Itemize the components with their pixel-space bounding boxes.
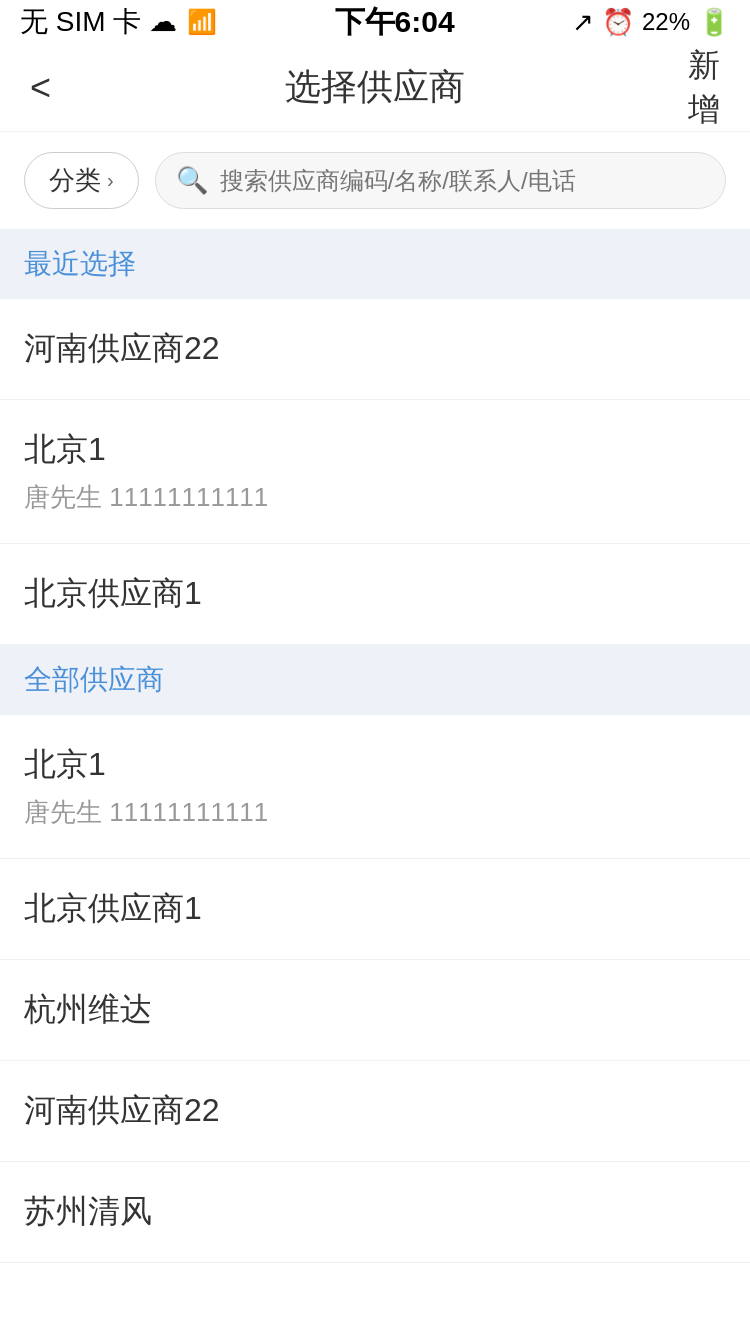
back-icon: <: [30, 67, 51, 108]
item-name: 北京供应商1: [24, 572, 726, 616]
status-bar: 无 SIM 卡 ☁ 📶 下午6:04 ↗ ⏰ 22% 🔋: [0, 0, 750, 44]
wifi-icon: 📶: [187, 8, 217, 36]
search-box[interactable]: 🔍: [155, 152, 726, 209]
sim-status: 无 SIM 卡 ☁: [20, 3, 177, 41]
battery: 22%: [642, 8, 690, 36]
item-name: 杭州维达: [24, 988, 726, 1032]
status-left: 无 SIM 卡 ☁ 📶: [20, 3, 217, 41]
nav-bar: < 选择供应商 新增: [0, 44, 750, 132]
category-label: 分类: [49, 163, 101, 198]
list-item[interactable]: 北京供应商1: [0, 859, 750, 960]
status-right: ↗ ⏰ 22% 🔋: [572, 7, 730, 38]
all-list: 北京1 唐先生 11111111111 北京供应商1 杭州维达 河南供应商22 …: [0, 715, 750, 1263]
category-button[interactable]: 分类 ›: [24, 152, 139, 209]
item-name: 北京1: [24, 428, 726, 472]
list-item[interactable]: 北京1 唐先生 11111111111: [0, 400, 750, 544]
item-name: 河南供应商22: [24, 327, 726, 371]
page-title: 选择供应商: [90, 63, 660, 112]
list-item[interactable]: 杭州维达: [0, 960, 750, 1061]
all-section-header: 全部供应商: [0, 645, 750, 715]
item-sub: 唐先生 11111111111: [24, 480, 726, 515]
item-name: 北京1: [24, 743, 726, 787]
battery-icon: 🔋: [698, 7, 730, 38]
back-button[interactable]: <: [30, 67, 90, 109]
alarm-icon: ⏰: [602, 7, 634, 38]
recent-list: 河南供应商22 北京1 唐先生 11111111111 北京供应商1: [0, 299, 750, 645]
time: 下午6:04: [335, 2, 455, 43]
list-item[interactable]: 北京1 唐先生 11111111111: [0, 715, 750, 859]
list-item[interactable]: 河南供应商22: [0, 1061, 750, 1162]
filter-bar: 分类 › 🔍: [0, 132, 750, 229]
location-icon: ↗: [572, 7, 594, 38]
recent-section-header: 最近选择: [0, 229, 750, 299]
item-sub: 唐先生 11111111111: [24, 795, 726, 830]
item-name: 北京供应商1: [24, 887, 726, 931]
item-name: 河南供应商22: [24, 1089, 726, 1133]
chevron-right-icon: ›: [107, 169, 114, 192]
search-input[interactable]: [220, 167, 705, 195]
list-item[interactable]: 北京供应商1: [0, 544, 750, 645]
search-icon: 🔍: [176, 165, 208, 196]
list-item[interactable]: 苏州清风: [0, 1162, 750, 1263]
item-name: 苏州清风: [24, 1190, 726, 1234]
list-item[interactable]: 河南供应商22: [0, 299, 750, 400]
add-button[interactable]: 新增: [660, 44, 720, 132]
